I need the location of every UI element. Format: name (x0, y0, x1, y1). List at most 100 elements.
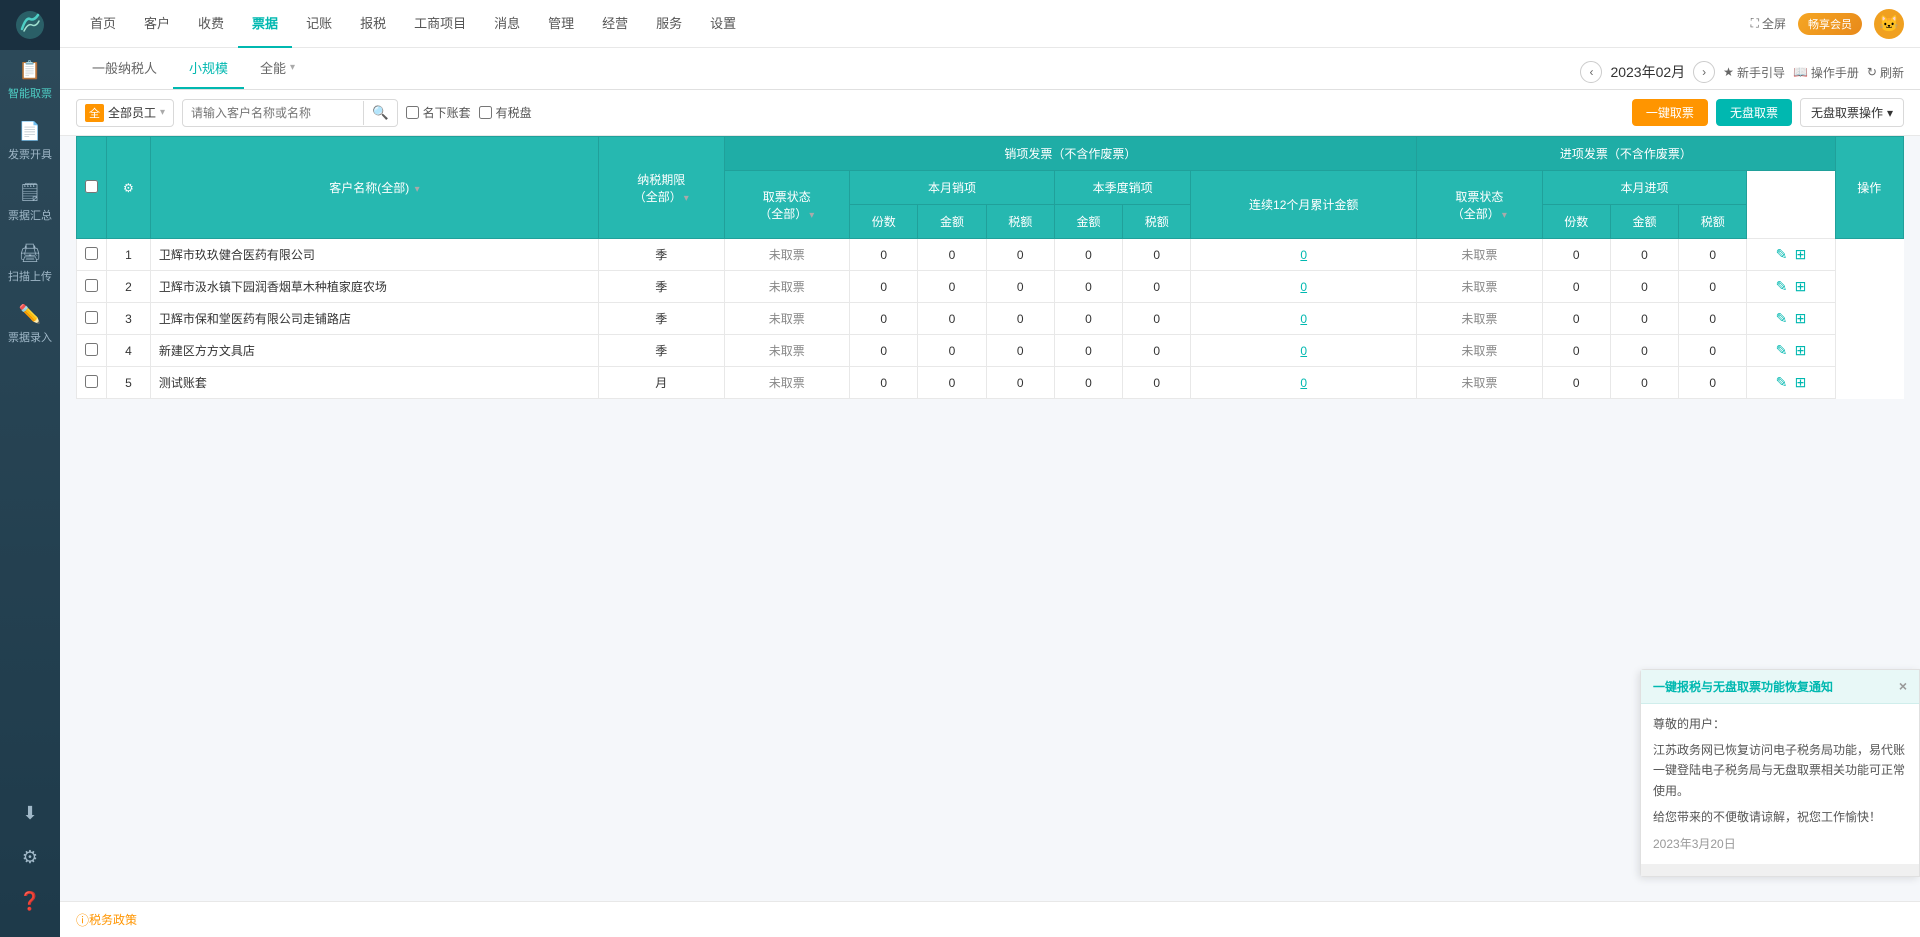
row-sales-status-4: 未取票 (724, 367, 850, 399)
new-guide-icon: ★ (1723, 65, 1734, 79)
next-date-btn[interactable]: › (1693, 61, 1715, 83)
sidebar-item-issue-invoice[interactable]: 📄 发票开具 (0, 111, 60, 172)
sidebar-item-invoice-summary[interactable]: 🗒 票据汇总 (0, 172, 60, 233)
sidebar-bottom-help[interactable]: ❓ (0, 881, 60, 921)
notification-close-btn[interactable]: × (1899, 678, 1907, 694)
topnav-billing[interactable]: 收费 (184, 0, 238, 48)
row-edit-icon-0[interactable]: ✎ (1776, 246, 1788, 262)
client-filter-icon[interactable]: ▾ (415, 184, 420, 195)
row-mp-amount-4: 0 (1610, 367, 1678, 399)
header-12month: 连续12个月累计金额 (1191, 171, 1417, 239)
my-accounts-label: 名下账套 (423, 104, 471, 121)
one-key-take-btn[interactable]: 一键取票 (1632, 99, 1708, 126)
table-row: 4 新建区方方文具店 季 未取票 0 0 0 0 0 0 未取票 0 0 0 ✎… (77, 335, 1904, 367)
refresh-btn[interactable]: ↻ 刷新 (1867, 64, 1904, 81)
select-all-checkbox[interactable] (85, 180, 98, 193)
search-input[interactable] (183, 102, 363, 124)
data-entry-icon: ✏️ (19, 304, 41, 325)
smart-take-icon: 📋 (19, 60, 41, 81)
row-purchase-status-1: 未取票 (1417, 271, 1543, 303)
row-purchase-status-2: 未取票 (1417, 303, 1543, 335)
row-detail-icon-4[interactable]: ⊞ (1795, 374, 1807, 390)
row-qs-amount-0: 0 (1054, 239, 1122, 271)
topnav-bookkeeping[interactable]: 记账 (292, 0, 346, 48)
sidebar-item-smart-take[interactable]: 📋 智能取票 (0, 50, 60, 111)
sidebar-bottom-download[interactable]: ⬇ (0, 793, 60, 833)
row-client-0: 卫辉市玖玖健合医药有限公司 (150, 239, 598, 271)
row-cumulative12-0[interactable]: 0 (1191, 239, 1417, 271)
row-ms-count-3: 0 (850, 335, 918, 367)
topnav-invoice[interactable]: 票据 (238, 0, 292, 48)
row-cumulative12-3[interactable]: 0 (1191, 335, 1417, 367)
row-ms-count-4: 0 (850, 367, 918, 399)
topnav-right: ⛶ 全屏 畅享会员 🐱 (1751, 9, 1904, 39)
row-mp-count-3: 0 (1542, 335, 1610, 367)
row-cumulative12-1[interactable]: 0 (1191, 271, 1417, 303)
manual-btn[interactable]: 📖 操作手册 (1793, 64, 1859, 81)
row-cumulative12-2[interactable]: 0 (1191, 303, 1417, 335)
employee-filter[interactable]: 全 全部员工 ▾ (76, 99, 174, 127)
sidebar-item-scan-upload[interactable]: 🖨 扫描上传 (0, 233, 60, 294)
row-edit-icon-1[interactable]: ✎ (1776, 278, 1788, 294)
notification-scrollbar[interactable] (1641, 864, 1919, 876)
fullscreen-btn[interactable]: ⛶ 全屏 (1751, 15, 1786, 32)
row-ms-tax-3: 0 (986, 335, 1054, 367)
topnav-tax[interactable]: 报税 (346, 0, 400, 48)
row-detail-icon-0[interactable]: ⊞ (1795, 246, 1807, 262)
row-checkbox-1[interactable] (85, 279, 98, 292)
row-ms-count-0: 0 (850, 239, 918, 271)
row-edit-icon-4[interactable]: ✎ (1776, 374, 1788, 390)
tab-all[interactable]: 全能 ▾ (244, 48, 311, 89)
topnav-commerce[interactable]: 工商项目 (400, 0, 480, 48)
sidebar-bottom-settings[interactable]: ⚙ (0, 837, 60, 877)
row-checkbox-2[interactable] (85, 311, 98, 324)
topnav-management[interactable]: 管理 (534, 0, 588, 48)
header-checkbox-cell (77, 137, 107, 239)
tab-small[interactable]: 小规模 (173, 48, 244, 89)
sidebar-item-data-entry[interactable]: ✏️ 票据录入 (0, 294, 60, 355)
row-detail-icon-1[interactable]: ⊞ (1795, 278, 1807, 294)
new-guide-label: 新手引导 (1737, 64, 1785, 81)
topnav-service[interactable]: 服务 (642, 0, 696, 48)
row-edit-icon-3[interactable]: ✎ (1776, 342, 1788, 358)
search-button[interactable]: 🔍 (363, 101, 397, 125)
row-detail-icon-2[interactable]: ⊞ (1795, 310, 1807, 326)
row-qs-amount-1: 0 (1054, 271, 1122, 303)
row-cumulative12-4[interactable]: 0 (1191, 367, 1417, 399)
avatar[interactable]: 🐱 (1874, 9, 1904, 39)
row-checkbox-3[interactable] (85, 343, 98, 356)
checkbox-my-accounts[interactable]: 名下账套 (406, 104, 471, 121)
header-group-sales: 销项发票（不含作废票） (724, 137, 1417, 171)
header-tax-period: 纳税期限（全部）▾ (599, 137, 725, 239)
topnav-operation[interactable]: 经营 (588, 0, 642, 48)
topnav-customer[interactable]: 客户 (130, 0, 184, 48)
no-disk-take-btn[interactable]: 无盘取票 (1716, 99, 1792, 126)
row-edit-icon-2[interactable]: ✎ (1776, 310, 1788, 326)
purchase-status-filter-icon[interactable]: ▾ (1502, 210, 1507, 221)
row-checkbox-0[interactable] (85, 247, 98, 260)
row-purchase-status-0: 未取票 (1417, 239, 1543, 271)
new-guide-btn[interactable]: ★ 新手引导 (1723, 64, 1785, 81)
tax-policy-link[interactable]: 税务政策 (89, 911, 137, 928)
checkbox-has-taxdisk[interactable]: 有税盘 (479, 104, 532, 121)
topnav-message[interactable]: 消息 (480, 0, 534, 48)
topnav-home[interactable]: 首页 (76, 0, 130, 48)
row-detail-icon-3[interactable]: ⊞ (1795, 342, 1807, 358)
tab-general[interactable]: 一般纳税人 (76, 48, 173, 89)
tax-period-filter-icon[interactable]: ▾ (684, 193, 689, 204)
no-disk-ops-btn[interactable]: 无盘取票操作 ▾ (1800, 98, 1904, 127)
member-button[interactable]: 畅享会员 (1798, 13, 1862, 35)
prev-date-btn[interactable]: ‹ (1580, 61, 1602, 83)
manual-label: 操作手册 (1811, 64, 1859, 81)
row-mp-tax-3: 0 (1679, 335, 1747, 367)
row-checkbox-4[interactable] (85, 375, 98, 388)
sales-status-filter-icon[interactable]: ▾ (809, 210, 814, 221)
tab-right-area: ‹ 2023年02月 › ★ 新手引导 📖 操作手册 ↻ 刷新 (1580, 61, 1904, 89)
has-taxdisk-checkbox[interactable] (479, 106, 492, 119)
topnav-settings[interactable]: 设置 (696, 0, 750, 48)
row-ms-amount-4: 0 (918, 367, 986, 399)
row-num-1: 2 (107, 271, 151, 303)
header-mp-amount: 金额 (1610, 205, 1678, 239)
header-qs-tax: 税额 (1123, 205, 1191, 239)
my-accounts-checkbox[interactable] (406, 106, 419, 119)
